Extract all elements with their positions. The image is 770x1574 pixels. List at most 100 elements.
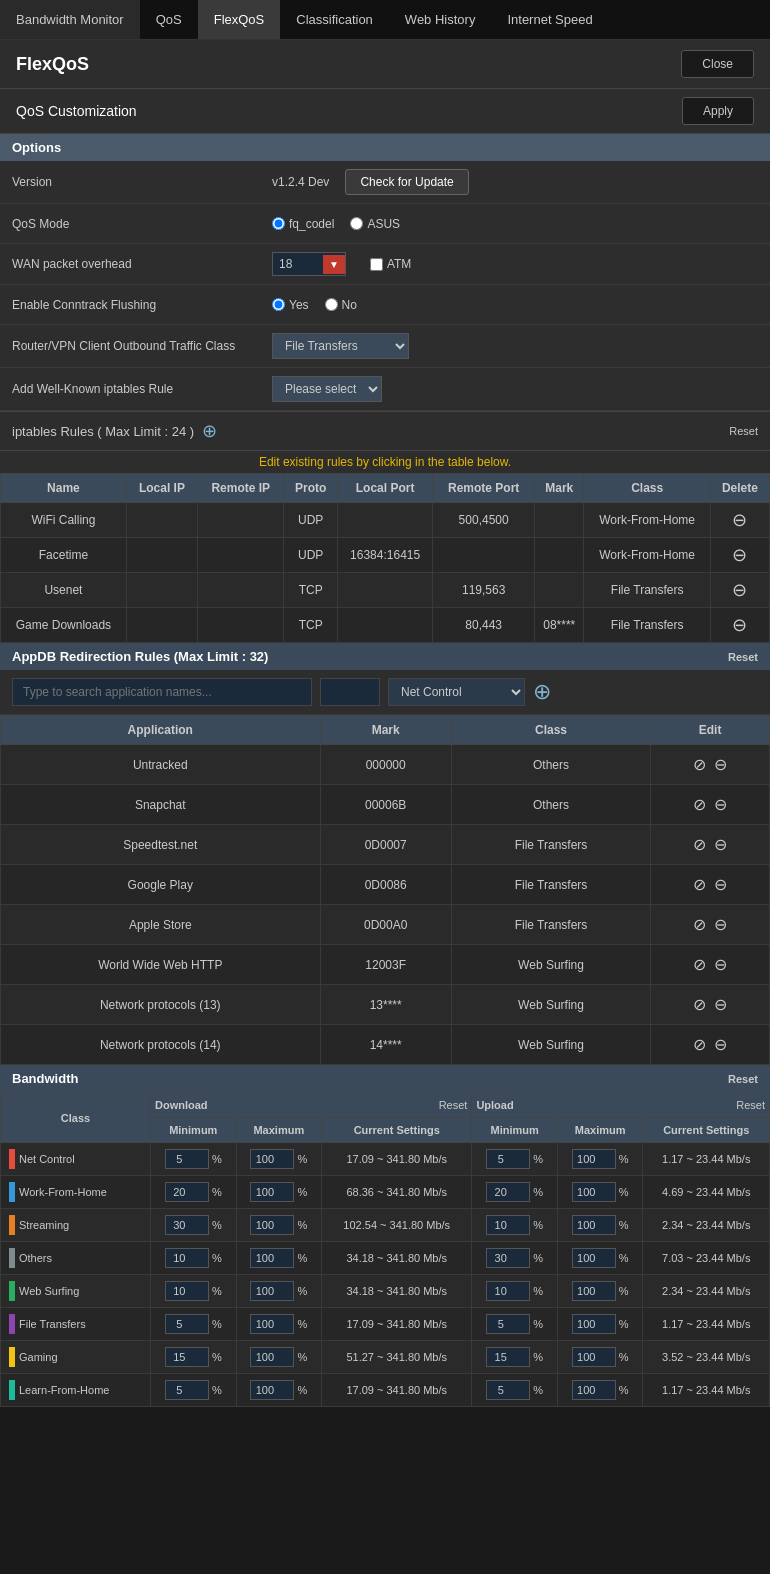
- qos-mode-fq-codel[interactable]: fq_codel: [272, 217, 334, 231]
- appdb-delete-button[interactable]: ⊖: [712, 833, 729, 856]
- appdb-delete-button[interactable]: ⊖: [712, 793, 729, 816]
- appdb-row[interactable]: Untracked 000000 Others ⊘ ⊖: [1, 745, 770, 785]
- appdb-edit-button[interactable]: ⊘: [691, 793, 708, 816]
- conntrack-yes[interactable]: Yes: [272, 298, 309, 312]
- bw-dl-max-input[interactable]: [250, 1248, 294, 1268]
- bw-ul-max-input[interactable]: [572, 1182, 616, 1202]
- nav-web-history[interactable]: Web History: [389, 0, 492, 39]
- appdb-edit-button[interactable]: ⊘: [691, 873, 708, 896]
- bw-ul-max-input[interactable]: [572, 1215, 616, 1235]
- bw-ul-max-input[interactable]: [572, 1314, 616, 1334]
- nav-internet-speed[interactable]: Internet Speed: [491, 0, 608, 39]
- bw-ul-min-input[interactable]: [486, 1380, 530, 1400]
- bw-ul-min-input[interactable]: [486, 1248, 530, 1268]
- nav-flexqos[interactable]: FlexQoS: [198, 0, 281, 39]
- check-update-button[interactable]: Check for Update: [345, 169, 468, 195]
- appdb-cell-app: Apple Store: [1, 905, 321, 945]
- bw-ul-min-input[interactable]: [486, 1149, 530, 1169]
- iptables-delete-button[interactable]: ⊖: [728, 544, 751, 566]
- appdb-edit-button[interactable]: ⊘: [691, 913, 708, 936]
- appdb-edit-button[interactable]: ⊘: [691, 953, 708, 976]
- bw-ul-min-input[interactable]: [486, 1215, 530, 1235]
- appdb-row[interactable]: World Wide Web HTTP 12003F Web Surfing ⊘…: [1, 945, 770, 985]
- close-button[interactable]: Close: [681, 50, 754, 78]
- appdb-row[interactable]: Speedtest.net 0D0007 File Transfers ⊘ ⊖: [1, 825, 770, 865]
- appdb-row[interactable]: Network protocols (13) 13**** Web Surfin…: [1, 985, 770, 1025]
- appdb-delete-button[interactable]: ⊖: [712, 953, 729, 976]
- bandwidth-row: Web Surfing % % 34.18 ~ 341.80 Mb/s % % …: [1, 1275, 770, 1308]
- bw-dl-min-input[interactable]: [165, 1248, 209, 1268]
- appdb-row[interactable]: Network protocols (14) 14**** Web Surfin…: [1, 1025, 770, 1065]
- appdb-delete-button[interactable]: ⊖: [712, 993, 729, 1016]
- bw-dl-min-input[interactable]: [165, 1347, 209, 1367]
- bw-dl-min-input[interactable]: [165, 1281, 209, 1301]
- bw-ul-min-input[interactable]: [486, 1347, 530, 1367]
- bw-ul-max-input[interactable]: [572, 1347, 616, 1367]
- iptables-row[interactable]: WiFi Calling UDP 500,4500 Work-From-Home…: [1, 503, 770, 538]
- qos-mode-asus-radio[interactable]: [350, 217, 363, 230]
- nav-qos[interactable]: QoS: [140, 0, 198, 39]
- apply-button[interactable]: Apply: [682, 97, 754, 125]
- appdb-edit-button[interactable]: ⊘: [691, 1033, 708, 1056]
- appdb-delete-button[interactable]: ⊖: [712, 1033, 729, 1056]
- nav-classification[interactable]: Classification: [280, 0, 389, 39]
- bw-download-reset-button[interactable]: Reset: [439, 1099, 468, 1111]
- bw-dl-min-input[interactable]: [165, 1149, 209, 1169]
- appdb-row[interactable]: Apple Store 0D00A0 File Transfers ⊘ ⊖: [1, 905, 770, 945]
- appdb-edit-button[interactable]: ⊘: [691, 993, 708, 1016]
- appdb-edit-button[interactable]: ⊘: [691, 753, 708, 776]
- appdb-edit-button[interactable]: ⊘: [691, 833, 708, 856]
- conntrack-no[interactable]: No: [325, 298, 357, 312]
- nav-bandwidth-monitor[interactable]: Bandwidth Monitor: [0, 0, 140, 39]
- appdb-add-button[interactable]: ⊕: [533, 679, 551, 705]
- qos-mode-asus[interactable]: ASUS: [350, 217, 400, 231]
- atm-label[interactable]: ATM: [370, 257, 411, 271]
- appdb-search-input[interactable]: [12, 678, 312, 706]
- bw-ul-min-input[interactable]: [486, 1281, 530, 1301]
- atm-checkbox[interactable]: [370, 258, 383, 271]
- bw-dl-min-input[interactable]: [165, 1380, 209, 1400]
- wan-spin-button[interactable]: ▼: [323, 255, 345, 274]
- iptables-row[interactable]: Facetime UDP 16384:16415 Work-From-Home …: [1, 538, 770, 573]
- bw-ul-max-input[interactable]: [572, 1380, 616, 1400]
- iptables-row[interactable]: Game Downloads TCP 80,443 08**** File Tr…: [1, 608, 770, 643]
- iptables-delete-button[interactable]: ⊖: [728, 509, 751, 531]
- wan-overhead-input[interactable]: [273, 253, 323, 275]
- bw-dl-max-input[interactable]: [250, 1215, 294, 1235]
- conntrack-no-radio[interactable]: [325, 298, 338, 311]
- add-iptables-select[interactable]: Please select: [272, 376, 382, 402]
- conntrack-yes-radio[interactable]: [272, 298, 285, 311]
- router-vpn-select[interactable]: File Transfers Net Control Work-From-Hom…: [272, 333, 409, 359]
- appdb-mark-input[interactable]: [320, 678, 380, 706]
- qos-mode-fq-codel-radio[interactable]: [272, 217, 285, 230]
- iptables-row[interactable]: Usenet TCP 119,563 File Transfers ⊖: [1, 573, 770, 608]
- bw-ul-max-input[interactable]: [572, 1248, 616, 1268]
- iptables-reset-link[interactable]: Reset: [729, 425, 758, 437]
- bw-dl-max-input[interactable]: [250, 1314, 294, 1334]
- appdb-class-select[interactable]: Net Control Work-From-Home Streaming Oth…: [388, 678, 525, 706]
- appdb-delete-button[interactable]: ⊖: [712, 873, 729, 896]
- bw-dl-min-input[interactable]: [165, 1215, 209, 1235]
- appdb-delete-button[interactable]: ⊖: [712, 753, 729, 776]
- appdb-reset-link[interactable]: Reset: [728, 651, 758, 663]
- bw-dl-max-input[interactable]: [250, 1149, 294, 1169]
- bw-ul-max-input[interactable]: [572, 1149, 616, 1169]
- bw-ul-min-input[interactable]: [486, 1314, 530, 1334]
- bw-ul-max-input[interactable]: [572, 1281, 616, 1301]
- bw-dl-min-input[interactable]: [165, 1314, 209, 1334]
- iptables-cell-mark: [535, 538, 584, 573]
- bw-dl-max-input[interactable]: [250, 1347, 294, 1367]
- appdb-delete-button[interactable]: ⊖: [712, 913, 729, 936]
- appdb-row[interactable]: Snapchat 00006B Others ⊘ ⊖: [1, 785, 770, 825]
- bandwidth-reset-link[interactable]: Reset: [728, 1073, 758, 1085]
- iptables-delete-button[interactable]: ⊖: [728, 614, 751, 636]
- appdb-row[interactable]: Google Play 0D0086 File Transfers ⊘ ⊖: [1, 865, 770, 905]
- bw-dl-max-input[interactable]: [250, 1182, 294, 1202]
- iptables-delete-button[interactable]: ⊖: [728, 579, 751, 601]
- bw-dl-max-input[interactable]: [250, 1281, 294, 1301]
- bw-ul-min-input[interactable]: [486, 1182, 530, 1202]
- bw-upload-reset-button[interactable]: Reset: [736, 1099, 765, 1111]
- bw-dl-max-input[interactable]: [250, 1380, 294, 1400]
- add-iptables-rule-button[interactable]: ⊕: [202, 420, 217, 442]
- bw-dl-min-input[interactable]: [165, 1182, 209, 1202]
